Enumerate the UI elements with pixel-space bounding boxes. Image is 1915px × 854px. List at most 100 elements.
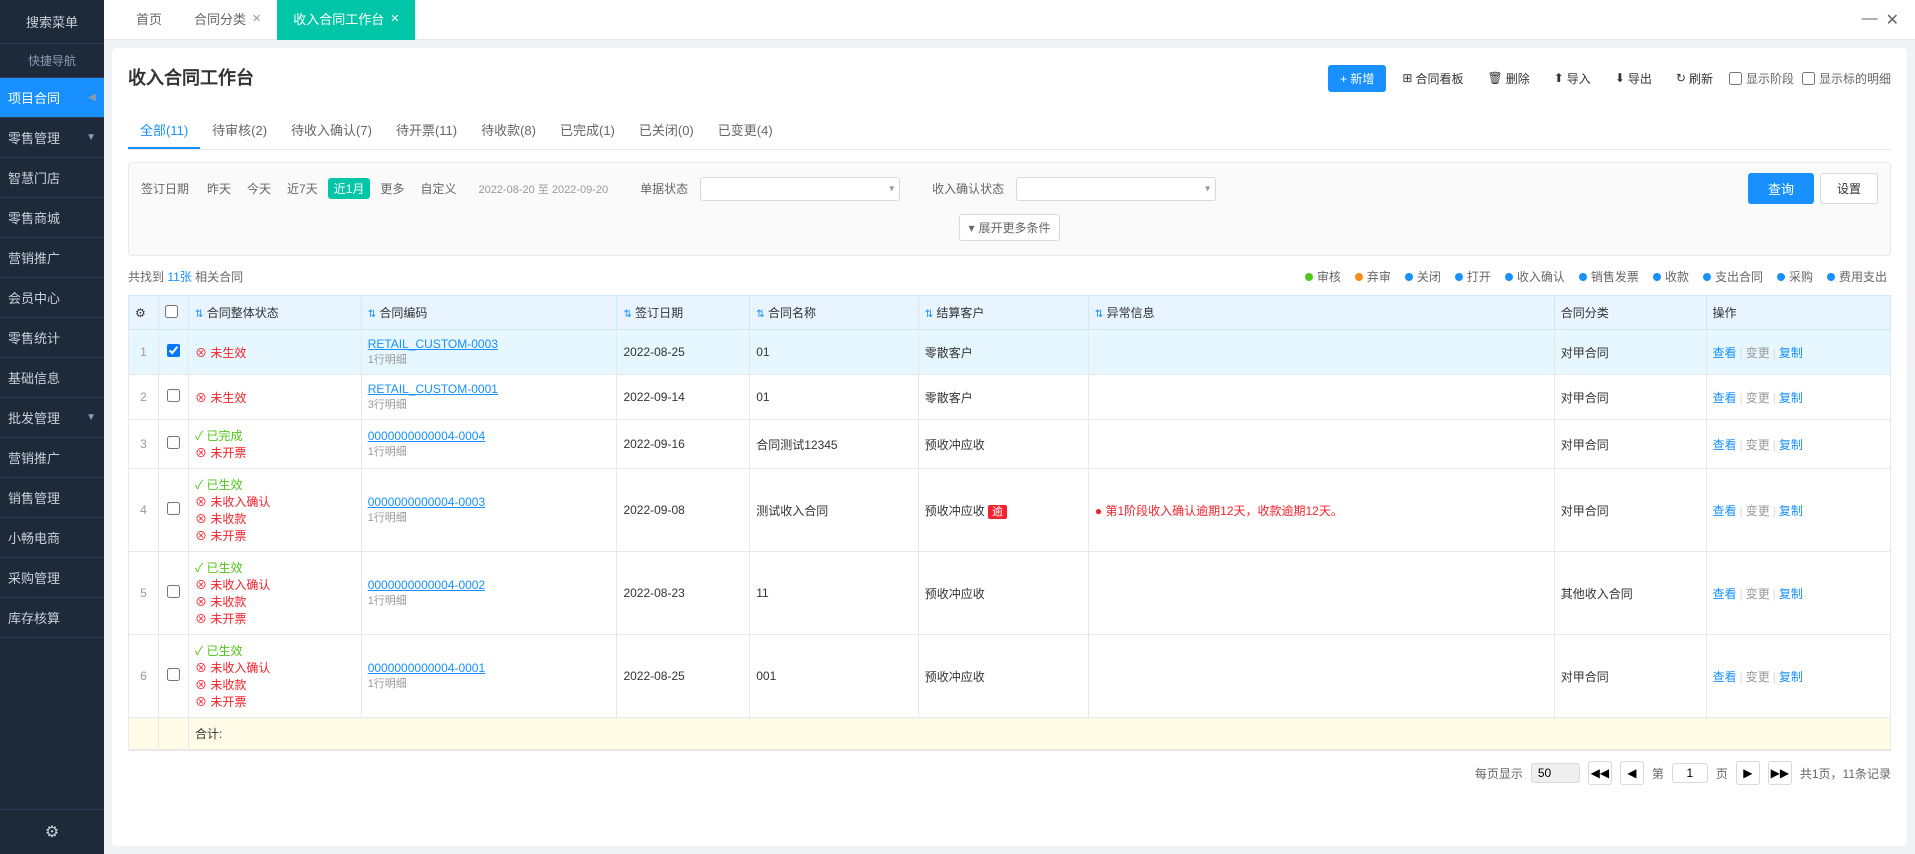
tab-home[interactable]: 首页 xyxy=(120,0,178,40)
action-print[interactable]: 打开 xyxy=(1451,266,1495,287)
per-page-select[interactable]: 50 100 200 xyxy=(1531,763,1580,783)
refresh-button[interactable]: ↻ 刷新 xyxy=(1668,66,1721,91)
op-查看[interactable]: 查看 xyxy=(1713,670,1737,684)
delete-button[interactable]: 🗑 删除 xyxy=(1479,66,1537,91)
op-变更[interactable]: 变更 xyxy=(1746,391,1770,405)
status-tab-closed[interactable]: 已关闭(0) xyxy=(627,112,706,149)
tab-contract-type[interactable]: 合同分类 ✕ xyxy=(178,0,277,40)
date-opt-last7[interactable]: 近7天 xyxy=(281,178,324,199)
sidebar-item-project[interactable]: 项目合同 ◀ xyxy=(0,78,104,118)
show-fields-checkbox[interactable]: 显示阶段 xyxy=(1729,70,1794,87)
row-checkbox[interactable] xyxy=(159,552,189,635)
filter-settings-button[interactable]: 设置 xyxy=(1820,173,1878,204)
query-button[interactable]: 查询 xyxy=(1748,173,1814,204)
tab-close-contract-type[interactable]: ✕ xyxy=(252,12,261,25)
action-expense-out[interactable]: 费用支出 xyxy=(1823,266,1891,287)
contract-code-link[interactable]: 0000000000004-0002 xyxy=(368,578,485,592)
action-income-confirm[interactable]: 收入确认 xyxy=(1501,266,1569,287)
contract-code-link[interactable]: 0000000000004-0001 xyxy=(368,661,485,675)
op-变更[interactable]: 变更 xyxy=(1746,438,1770,452)
date-opt-custom[interactable]: 自定义 xyxy=(414,178,462,199)
contract-code-link[interactable]: RETAIL_CUSTOM-0001 xyxy=(368,382,498,396)
tab-close-income-workbench[interactable]: ✕ xyxy=(390,12,399,25)
op-变更[interactable]: 变更 xyxy=(1746,587,1770,601)
action-abandon[interactable]: 弃审 xyxy=(1351,266,1395,287)
settings-icon[interactable]: ⚙ xyxy=(45,822,59,842)
op-变更[interactable]: 变更 xyxy=(1746,346,1770,360)
sidebar-search[interactable]: 搜索菜单 xyxy=(0,0,104,44)
sidebar-item-sales-promo[interactable]: 营销推广 xyxy=(0,438,104,478)
action-purchase[interactable]: 采购 xyxy=(1773,266,1817,287)
select-all-checkbox[interactable] xyxy=(165,305,178,318)
sidebar-item-marketing[interactable]: 营销推广 xyxy=(0,238,104,278)
next-page-button[interactable]: ▶ xyxy=(1736,761,1760,785)
status-tab-changed[interactable]: 已变更(4) xyxy=(706,112,785,149)
contract-code-link[interactable]: 0000000000004-0003 xyxy=(368,495,485,509)
sidebar-item-online-store[interactable]: 零售商城 xyxy=(0,198,104,238)
action-close[interactable]: 关闭 xyxy=(1401,266,1445,287)
expand-filter-button[interactable]: ▾ 展开更多条件 xyxy=(959,214,1059,241)
row-checkbox[interactable] xyxy=(159,330,189,375)
op-复制[interactable]: 复制 xyxy=(1779,587,1803,601)
import-button[interactable]: ⬆ 导入 xyxy=(1546,66,1599,91)
op-复制[interactable]: 复制 xyxy=(1779,346,1803,360)
status-tab-pending-confirm[interactable]: 待收入确认(7) xyxy=(279,112,384,149)
op-复制[interactable]: 复制 xyxy=(1779,504,1803,518)
op-查看[interactable]: 查看 xyxy=(1713,346,1737,360)
op-查看[interactable]: 查看 xyxy=(1713,438,1737,452)
contract-code-link[interactable]: 0000000000004-0004 xyxy=(368,429,485,443)
sidebar-item-sales-mgmt[interactable]: 销售管理 xyxy=(0,478,104,518)
op-查看[interactable]: 查看 xyxy=(1713,587,1737,601)
sidebar-item-inventory[interactable]: 库存核算 xyxy=(0,598,104,638)
sidebar-item-member[interactable]: 会员中心 xyxy=(0,278,104,318)
sidebar-quick-nav[interactable]: 快捷导航 xyxy=(0,44,104,78)
table-row: 2 ⊗ 未生效 RETAIL_CUSTOM-0001 3行明细 2022-09-… xyxy=(129,375,1891,420)
sidebar-item-purchase[interactable]: 采购管理 xyxy=(0,558,104,598)
prev-page-button[interactable]: ◀ xyxy=(1620,761,1644,785)
tab-income-workbench[interactable]: 收入合同工作台 ✕ xyxy=(277,0,415,40)
window-close[interactable]: ✕ xyxy=(1886,10,1899,30)
op-复制[interactable]: 复制 xyxy=(1779,391,1803,405)
action-pay-out[interactable]: 支出合同 xyxy=(1699,266,1767,287)
sidebar-item-base-info[interactable]: 基础信息 xyxy=(0,358,104,398)
status-tab-completed[interactable]: 已完成(1) xyxy=(548,112,627,149)
op-复制[interactable]: 复制 xyxy=(1779,670,1803,684)
status-tab-pending-review[interactable]: 待审核(2) xyxy=(200,112,279,149)
doc-status-select[interactable] xyxy=(700,177,900,201)
row-checkbox[interactable] xyxy=(159,420,189,469)
status-tab-pending-payment[interactable]: 待收款(8) xyxy=(469,112,548,149)
status-tab-all[interactable]: 全部(11) xyxy=(128,112,200,149)
date-opt-today[interactable]: 今天 xyxy=(241,178,277,199)
row-checkbox[interactable] xyxy=(159,635,189,718)
show-details-checkbox[interactable]: 显示标的明细 xyxy=(1802,70,1891,87)
row-checkbox[interactable] xyxy=(159,375,189,420)
action-audit[interactable]: 审核 xyxy=(1301,266,1345,287)
sidebar-item-smart-store[interactable]: 智慧门店 xyxy=(0,158,104,198)
export-button[interactable]: ⬇ 导出 xyxy=(1607,66,1660,91)
income-confirm-select[interactable] xyxy=(1016,177,1216,201)
date-opt-more[interactable]: 更多 xyxy=(374,178,410,199)
window-minimize[interactable]: — xyxy=(1862,10,1878,30)
first-page-button[interactable]: ◀◀ xyxy=(1588,761,1612,785)
col-settings[interactable]: ⚙ xyxy=(129,296,159,330)
row-checkbox[interactable] xyxy=(159,469,189,552)
sidebar-item-ecommerce[interactable]: 小畅电商 xyxy=(0,518,104,558)
contract-code-link[interactable]: RETAIL_CUSTOM-0003 xyxy=(368,337,498,351)
date-opt-yesterday[interactable]: 昨天 xyxy=(201,178,237,199)
page-input[interactable] xyxy=(1672,763,1708,783)
sidebar-item-retail-stat[interactable]: 零售统计 xyxy=(0,318,104,358)
op-复制[interactable]: 复制 xyxy=(1779,438,1803,452)
sidebar-item-retail[interactable]: 零售管理 ▼ xyxy=(0,118,104,158)
new-button[interactable]: + 新增 xyxy=(1328,65,1386,92)
op-查看[interactable]: 查看 xyxy=(1713,504,1737,518)
sidebar-item-wholesale[interactable]: 批发管理 ▼ xyxy=(0,398,104,438)
action-collect[interactable]: 收款 xyxy=(1649,266,1693,287)
kanban-button[interactable]: ⊞ 合同看板 xyxy=(1394,66,1471,91)
action-sales-invoice[interactable]: 销售发票 xyxy=(1575,266,1643,287)
date-opt-last1month[interactable]: 近1月 xyxy=(328,178,371,199)
status-tab-pending-invoice[interactable]: 待开票(11) xyxy=(384,112,469,149)
op-变更[interactable]: 变更 xyxy=(1746,504,1770,518)
op-变更[interactable]: 变更 xyxy=(1746,670,1770,684)
last-page-button[interactable]: ▶▶ xyxy=(1768,761,1792,785)
op-查看[interactable]: 查看 xyxy=(1713,391,1737,405)
